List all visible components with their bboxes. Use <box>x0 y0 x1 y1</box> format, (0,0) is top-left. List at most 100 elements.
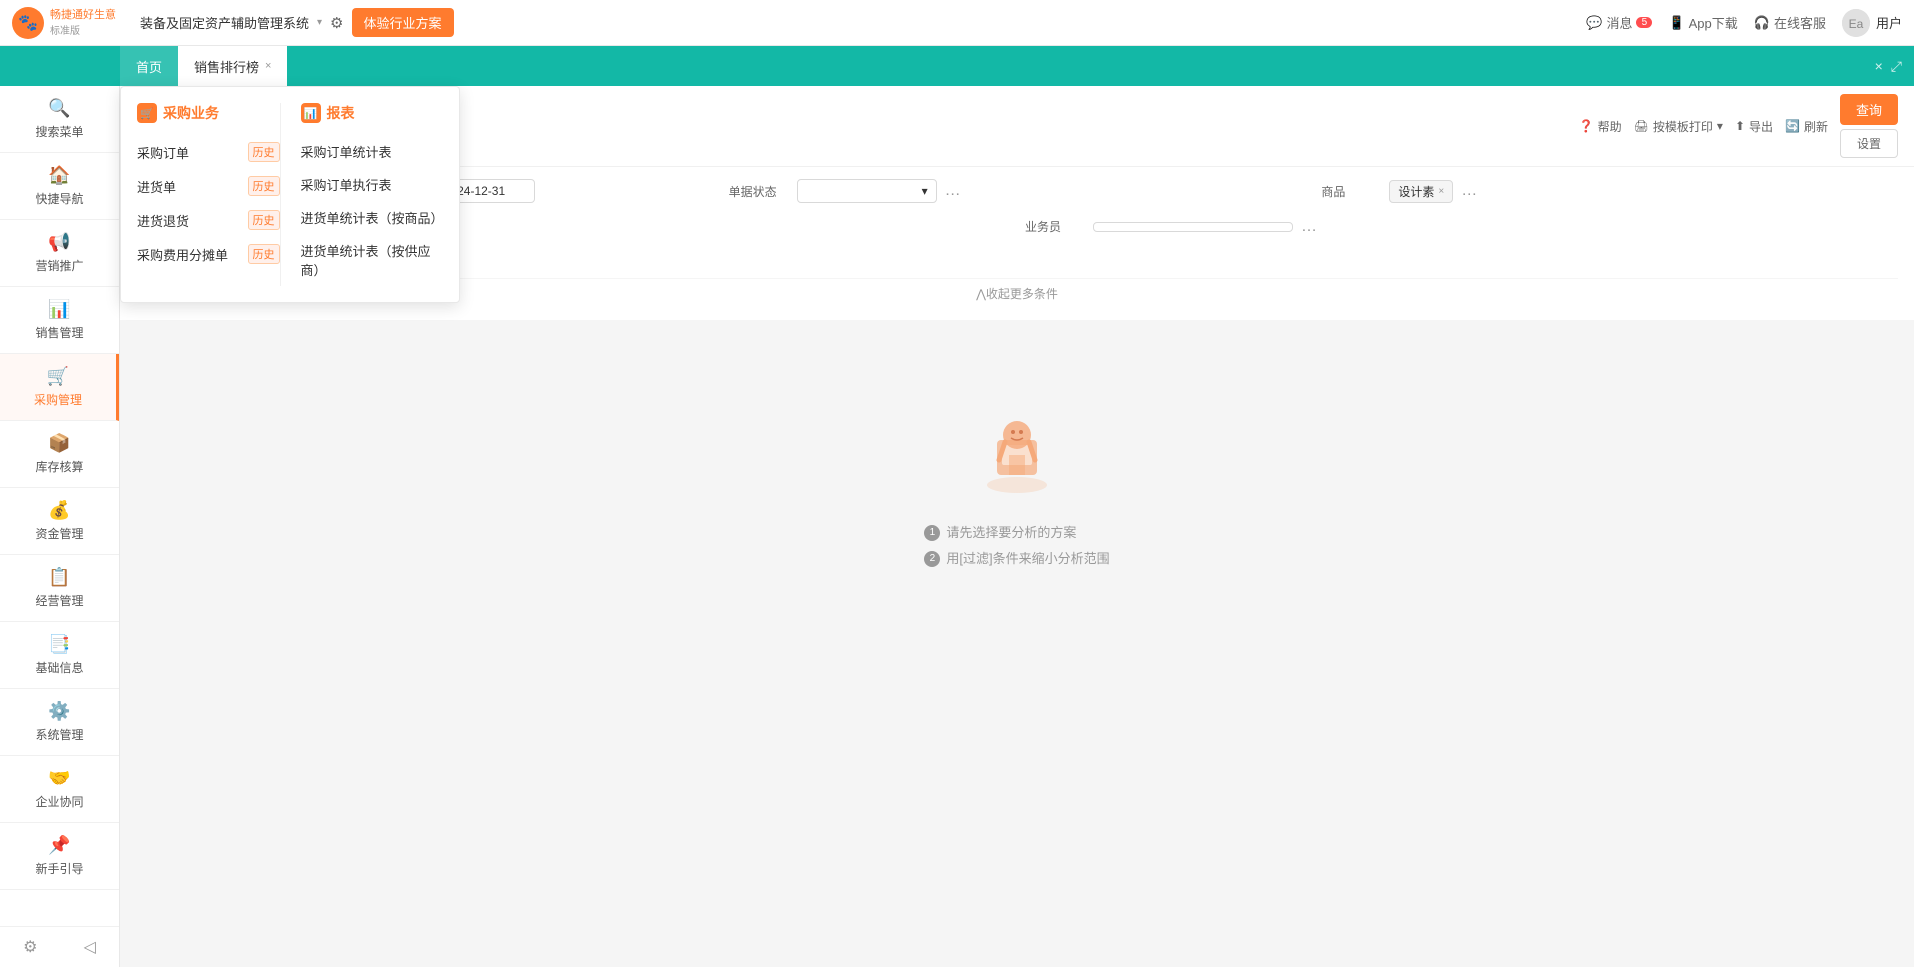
goods-more[interactable]: … <box>1461 182 1477 200</box>
sidebar-item-finance[interactable]: 💰 资金管理 <box>0 488 119 555</box>
dropdown-item-order-stats[interactable]: 采购订单统计表 <box>301 135 444 168</box>
tab-sales-ranking-label: 销售排行榜 <box>194 57 259 76</box>
salesperson-more[interactable]: … <box>1301 218 1317 236</box>
sys-settings-icon[interactable]: ⚙ <box>330 14 343 32</box>
sys-dropdown-arrow[interactable]: ▾ <box>317 17 322 28</box>
app-download-btn[interactable]: 📱 App下载 <box>1668 13 1737 32</box>
sales-icon: 📊 <box>48 299 70 320</box>
tab-bar-right: × ⤢ <box>1875 58 1914 75</box>
salesperson-select[interactable] <box>1093 222 1293 232</box>
sidebar-label-sales: 销售管理 <box>35 324 83 341</box>
home-icon: 🏠 <box>48 165 70 186</box>
sidebar-item-marketing[interactable]: 📢 营销推广 <box>0 220 119 287</box>
sidebar-item-quick-nav[interactable]: 🏠 快捷导航 <box>0 153 119 220</box>
sys-title: 装备及固定资产辅助管理系统 <box>140 13 309 32</box>
inbound-label: 进货单 <box>137 177 176 196</box>
step-2-num: 2 <box>924 551 940 567</box>
goods-tag: 设计素 × <box>1389 180 1453 203</box>
dropdown-item-expense[interactable]: 采购费用分摊单 历史 <box>137 237 280 271</box>
help-icon: ❓ <box>1579 119 1594 133</box>
settings-btn[interactable]: 设置 <box>1840 129 1898 158</box>
purchase-section-title: 🛒 采购业务 <box>137 103 280 123</box>
sidebar-label-basic-info: 基础信息 <box>35 659 83 676</box>
report-section-icon: 📊 <box>301 103 321 123</box>
sidebar-item-basic-info[interactable]: 📑 基础信息 <box>0 622 119 689</box>
sidebar-item-enterprise[interactable]: 🤝 企业协同 <box>0 756 119 823</box>
expense-label: 采购费用分摊单 <box>137 245 228 264</box>
help-btn[interactable]: ❓ 帮助 <box>1579 118 1622 135</box>
sidebar-label-finance: 资金管理 <box>35 525 83 542</box>
purchase-order-label: 采购订单 <box>137 143 189 162</box>
expense-history: 历史 <box>248 244 280 264</box>
tab-home[interactable]: 首页 <box>120 46 178 86</box>
sidebar-item-system[interactable]: ⚙️ 系统管理 <box>0 689 119 756</box>
sidebar: 🔍 搜索菜单 🏠 快捷导航 📢 营销推广 📊 销售管理 🛒 采购管理 📦 库存核… <box>0 86 120 967</box>
svg-text:Ea: Ea <box>1849 17 1864 31</box>
report-col: 📊 报表 采购订单统计表 采购订单执行表 进货单统计表（按商品） 进货单统计表（… <box>280 103 444 286</box>
dropdown-item-return[interactable]: 进货退货 历史 <box>137 203 280 237</box>
operations-icon: 📋 <box>48 567 70 588</box>
avatar: Ea <box>1842 9 1870 37</box>
top-right-area: 💬 消息 5 📱 App下载 🎧 在线客服 Ea 用户 <box>1586 9 1902 37</box>
collapse-label: 收起更多条件 <box>986 285 1058 302</box>
tab-home-label: 首页 <box>136 57 162 76</box>
system-icon: ⚙️ <box>48 701 70 722</box>
finance-icon: 💰 <box>48 500 70 521</box>
purchase-dropdown-menu: 🛒 采购业务 采购订单 历史 进货单 历史 进货退货 历史 采购费用分摊单 历史 <box>120 86 460 303</box>
print-btn[interactable]: 🖨 按模板打印 ▾ <box>1634 118 1723 135</box>
sidebar-label-purchase: 采购管理 <box>34 391 82 408</box>
search-icon: 🔍 <box>48 98 70 119</box>
inbound-history: 历史 <box>248 176 280 196</box>
dropdown-item-inbound-goods[interactable]: 进货单统计表（按商品） <box>301 201 444 234</box>
online-service-label: 在线客服 <box>1774 13 1826 32</box>
voucher-status-more[interactable]: … <box>945 182 961 200</box>
industry-btn[interactable]: 体验行业方案 <box>352 8 454 37</box>
tab-close-icon[interactable]: × <box>265 60 271 72</box>
guide-icon: 📌 <box>48 835 70 856</box>
sidebar-label-operations: 经营管理 <box>35 592 83 609</box>
print-arrow[interactable]: ▾ <box>1717 119 1723 133</box>
voucher-status-select[interactable]: ▾ <box>797 179 937 203</box>
refresh-label: 刷新 <box>1804 118 1828 135</box>
sidebar-bottom: ⚙ ◁ <box>0 926 119 967</box>
goods-group: 商品 设计素 × … <box>1321 180 1898 203</box>
message-icon: 💬 <box>1586 15 1602 31</box>
tab-sales-ranking[interactable]: 销售排行榜 × <box>178 46 287 86</box>
refresh-icon: 🔄 <box>1785 119 1800 133</box>
sidebar-collapse-icon[interactable]: ◁ <box>84 937 96 957</box>
return-history: 历史 <box>248 210 280 230</box>
sidebar-settings-icon[interactable]: ⚙ <box>23 937 37 957</box>
dropdown-item-order-exec[interactable]: 采购订单执行表 <box>301 168 444 201</box>
purchase-business-col: 🛒 采购业务 采购订单 历史 进货单 历史 进货退货 历史 采购费用分摊单 历史 <box>137 103 280 286</box>
sidebar-item-purchase[interactable]: 🛒 采购管理 <box>0 354 119 421</box>
print-icon: 🖨 <box>1634 119 1649 133</box>
sidebar-label-guide: 新手引导 <box>35 860 83 877</box>
purchase-section-icon: 🛒 <box>137 103 157 123</box>
online-service-btn[interactable]: 🎧 在线客服 <box>1754 13 1826 32</box>
goods-tag-close[interactable]: × <box>1438 186 1444 197</box>
empty-hint-2-text: 用[过滤]条件来缩小分析范围 <box>946 546 1109 572</box>
export-btn[interactable]: ⬆ 导出 <box>1735 118 1773 135</box>
user-area[interactable]: Ea 用户 <box>1842 9 1902 37</box>
voucher-status-group: 单据状态 ▾ … <box>729 179 1306 203</box>
message-btn[interactable]: 💬 消息 5 <box>1586 13 1652 32</box>
purchase-section-label: 采购业务 <box>163 103 219 123</box>
query-btn[interactable]: 查询 <box>1840 94 1898 125</box>
empty-text: 1 请先选择要分析的方案 2 用[过滤]条件来缩小分析范围 <box>924 520 1109 572</box>
dropdown-item-purchase-order[interactable]: 采购订单 历史 <box>137 135 280 169</box>
dropdown-item-inbound-supplier[interactable]: 进货单统计表（按供应商） <box>301 234 444 286</box>
report-section-title: 📊 报表 <box>301 103 444 123</box>
sidebar-label-system: 系统管理 <box>35 726 83 743</box>
tab-expand-btn[interactable]: ⤢ <box>1891 58 1902 75</box>
tab-close-btn[interactable]: × <box>1875 58 1883 74</box>
sidebar-item-operations[interactable]: 📋 经营管理 <box>0 555 119 622</box>
top-bar: 🐾 畅捷通好生意 标准版 装备及固定资产辅助管理系统 ▾ ⚙ 体验行业方案 💬 … <box>0 0 1914 46</box>
sidebar-item-inventory[interactable]: 📦 库存核算 <box>0 421 119 488</box>
purchase-icon: 🛒 <box>47 366 69 387</box>
dropdown-item-inbound[interactable]: 进货单 历史 <box>137 169 280 203</box>
sidebar-item-search[interactable]: 🔍 搜索菜单 <box>0 86 119 153</box>
voucher-status-label: 单据状态 <box>729 183 789 200</box>
refresh-btn[interactable]: 🔄 刷新 <box>1785 118 1828 135</box>
sidebar-item-sales[interactable]: 📊 销售管理 <box>0 287 119 354</box>
sidebar-item-guide[interactable]: 📌 新手引导 <box>0 823 119 890</box>
